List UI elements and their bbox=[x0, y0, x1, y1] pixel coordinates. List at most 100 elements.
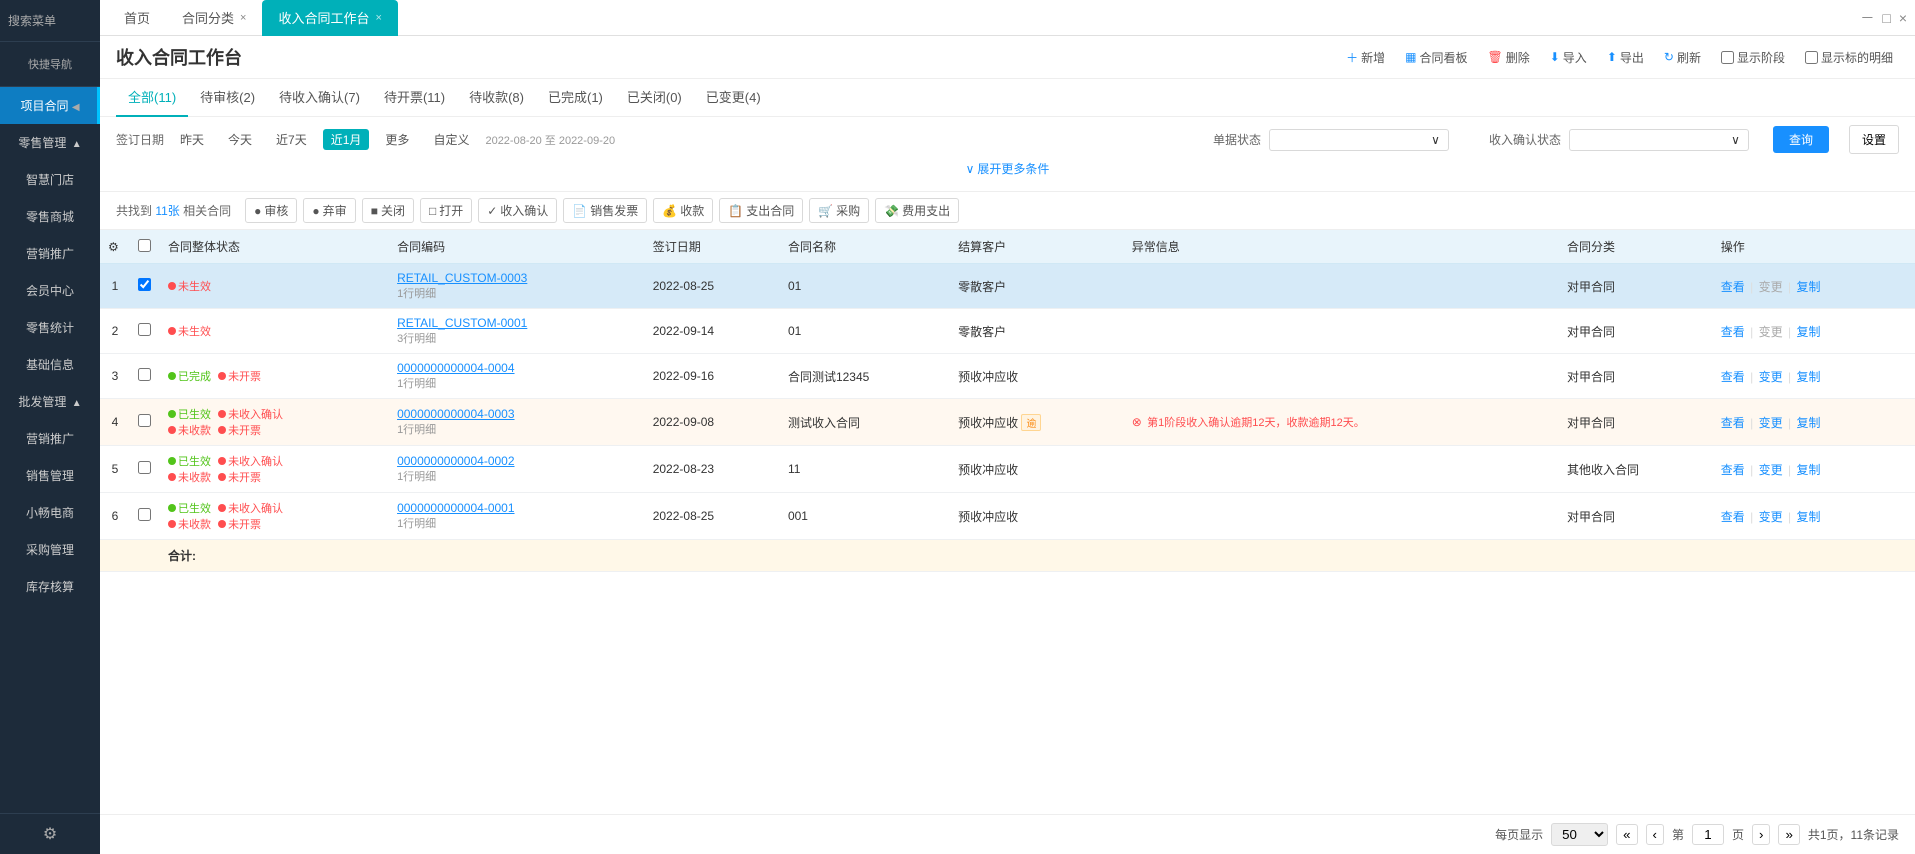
sidebar-item-wholesale[interactable]: 批发管理 ▲ bbox=[0, 383, 100, 420]
setting-button[interactable]: 设置 bbox=[1849, 125, 1899, 154]
action-copy[interactable]: 复制 bbox=[1796, 370, 1820, 384]
action-change[interactable]: 变更 bbox=[1759, 510, 1783, 524]
action-change[interactable]: 变更 bbox=[1759, 463, 1783, 477]
show-detail-checkbox[interactable] bbox=[1805, 51, 1818, 64]
contract-board-button[interactable]: ▦ 合同看板 bbox=[1399, 46, 1473, 69]
sub-tab-pending-invoice[interactable]: 待开票(11) bbox=[372, 79, 457, 117]
action-change[interactable]: 变更 bbox=[1759, 280, 1783, 294]
sidebar-item-sales[interactable]: 销售管理 bbox=[0, 457, 100, 494]
tab-income-contract[interactable]: 收入合同工作台 × bbox=[262, 0, 397, 36]
query-button[interactable]: 查询 bbox=[1773, 126, 1829, 153]
date-btn-7days[interactable]: 近7天 bbox=[268, 129, 315, 150]
action-copy[interactable]: 复制 bbox=[1796, 510, 1820, 524]
tab-close-icon[interactable]: × bbox=[375, 12, 381, 24]
date-btn-yesterday[interactable]: 昨天 bbox=[172, 129, 212, 150]
sidebar-search[interactable]: 搜索菜单 bbox=[0, 0, 100, 42]
payment-button[interactable]: 💰 收款 bbox=[653, 198, 713, 223]
row-checkbox[interactable] bbox=[138, 508, 151, 521]
import-button[interactable]: ⬇ 导入 bbox=[1544, 46, 1593, 69]
expense-contract-button[interactable]: 📋 支出合同 bbox=[719, 198, 803, 223]
action-copy[interactable]: 复制 bbox=[1796, 463, 1820, 477]
minimize-icon[interactable]: － bbox=[1860, 8, 1874, 28]
sidebar-item-member[interactable]: 会员中心 bbox=[0, 272, 100, 309]
action-view[interactable]: 查看 bbox=[1721, 416, 1745, 430]
refresh-button[interactable]: ↻ 刷新 bbox=[1658, 46, 1707, 69]
row-checkbox[interactable] bbox=[138, 278, 151, 291]
open-button[interactable]: □ 打开 bbox=[420, 198, 472, 223]
row-checkbox[interactable] bbox=[138, 414, 151, 427]
close-button[interactable]: ■ 关闭 bbox=[362, 198, 414, 223]
abandon-review-button[interactable]: ● 弃审 bbox=[303, 198, 355, 223]
row-checkbox[interactable] bbox=[138, 323, 151, 336]
purchase-button[interactable]: 🛒 采购 bbox=[809, 198, 869, 223]
sub-tab-pending-payment[interactable]: 待收款(8) bbox=[457, 79, 536, 117]
sub-tab-changed[interactable]: 已变更(4) bbox=[694, 79, 773, 117]
doc-status-select[interactable]: ∨ bbox=[1269, 129, 1449, 151]
first-page-button[interactable]: « bbox=[1616, 824, 1637, 845]
contract-code-link[interactable]: RETAIL_CUSTOM-0003 bbox=[397, 271, 637, 285]
action-view[interactable]: 查看 bbox=[1721, 370, 1745, 384]
action-change[interactable]: 变更 bbox=[1759, 370, 1783, 384]
sub-tab-closed[interactable]: 已关闭(0) bbox=[615, 79, 694, 117]
sidebar-item-retail-mgmt[interactable]: 零售管理 ▲ bbox=[0, 124, 100, 161]
row-checkbox-cell[interactable] bbox=[130, 399, 160, 446]
date-btn-1month[interactable]: 近1月 bbox=[323, 129, 370, 150]
row-checkbox-cell[interactable] bbox=[130, 354, 160, 399]
add-button[interactable]: ＋ 新增 bbox=[1340, 46, 1391, 69]
sub-tab-pending-confirm[interactable]: 待收入确认(7) bbox=[267, 79, 372, 117]
sidebar-item-marketing[interactable]: 营销推广 bbox=[0, 235, 100, 272]
select-all-checkbox[interactable] bbox=[138, 239, 151, 252]
show-detail-checkbox-label[interactable]: 显示标的明细 bbox=[1799, 46, 1899, 69]
contract-code-link[interactable]: 0000000000004-0001 bbox=[397, 501, 637, 515]
action-copy[interactable]: 复制 bbox=[1796, 280, 1820, 294]
sidebar-item-base-info[interactable]: 基础信息 bbox=[0, 346, 100, 383]
action-view[interactable]: 查看 bbox=[1721, 280, 1745, 294]
sidebar-item-marketing2[interactable]: 营销推广 bbox=[0, 420, 100, 457]
action-copy[interactable]: 复制 bbox=[1796, 325, 1820, 339]
review-button[interactable]: ● 审核 bbox=[245, 198, 297, 223]
export-button[interactable]: ⬆ 导出 bbox=[1601, 46, 1650, 69]
maximize-icon[interactable]: □ bbox=[1882, 10, 1890, 26]
action-change[interactable]: 变更 bbox=[1759, 325, 1783, 339]
contract-code-link[interactable]: RETAIL_CUSTOM-0001 bbox=[397, 316, 637, 330]
th-settings[interactable]: ⚙ bbox=[100, 230, 130, 264]
sidebar-item-inventory[interactable]: 库存核算 bbox=[0, 568, 100, 605]
row-checkbox-cell[interactable] bbox=[130, 264, 160, 309]
action-view[interactable]: 查看 bbox=[1721, 463, 1745, 477]
sidebar-item-ecommerce[interactable]: 小畅电商 bbox=[0, 494, 100, 531]
row-checkbox[interactable] bbox=[138, 368, 151, 381]
sidebar-item-retail-mall[interactable]: 零售商城 bbox=[0, 198, 100, 235]
date-btn-custom[interactable]: 自定义 bbox=[425, 129, 477, 150]
row-checkbox-cell[interactable] bbox=[130, 446, 160, 493]
close-window-icon[interactable]: × bbox=[1899, 10, 1907, 26]
expense-output-button[interactable]: 💸 费用支出 bbox=[875, 198, 959, 223]
action-copy[interactable]: 复制 bbox=[1796, 416, 1820, 430]
tab-close-icon[interactable]: × bbox=[240, 12, 246, 24]
contract-code-link[interactable]: 0000000000004-0004 bbox=[397, 361, 637, 375]
sales-invoice-button[interactable]: 📄 销售发票 bbox=[563, 198, 647, 223]
expand-filter-button[interactable]: ∨ 展开更多条件 bbox=[966, 160, 1050, 177]
sub-tab-pending-review[interactable]: 待审核(2) bbox=[188, 79, 267, 117]
date-btn-today[interactable]: 今天 bbox=[220, 129, 260, 150]
show-stage-checkbox-label[interactable]: 显示阶段 bbox=[1715, 46, 1791, 69]
last-page-button[interactable]: » bbox=[1778, 824, 1799, 845]
confirm-status-select[interactable]: ∨ bbox=[1569, 129, 1749, 151]
action-view[interactable]: 查看 bbox=[1721, 325, 1745, 339]
prev-page-button[interactable]: ‹ bbox=[1646, 824, 1664, 845]
sidebar-item-retail-stats[interactable]: 零售统计 bbox=[0, 309, 100, 346]
next-page-button[interactable]: › bbox=[1752, 824, 1770, 845]
action-view[interactable]: 查看 bbox=[1721, 510, 1745, 524]
row-checkbox-cell[interactable] bbox=[130, 309, 160, 354]
row-checkbox-cell[interactable] bbox=[130, 493, 160, 540]
gear-icon[interactable]: ⚙ bbox=[43, 826, 57, 843]
sidebar-item-purchase[interactable]: 采购管理 bbox=[0, 531, 100, 568]
sub-tab-all[interactable]: 全部(11) bbox=[116, 79, 188, 117]
date-btn-more[interactable]: 更多 bbox=[377, 129, 417, 150]
sidebar-item-smart-store[interactable]: 智慧门店 bbox=[0, 161, 100, 198]
sub-tab-completed[interactable]: 已完成(1) bbox=[536, 79, 615, 117]
show-stage-checkbox[interactable] bbox=[1721, 51, 1734, 64]
income-confirm-button[interactable]: ✓ 收入确认 bbox=[478, 198, 557, 223]
page-size-select[interactable]: 50 100 200 bbox=[1551, 823, 1608, 846]
contract-code-link[interactable]: 0000000000004-0003 bbox=[397, 407, 637, 421]
row-checkbox[interactable] bbox=[138, 461, 151, 474]
